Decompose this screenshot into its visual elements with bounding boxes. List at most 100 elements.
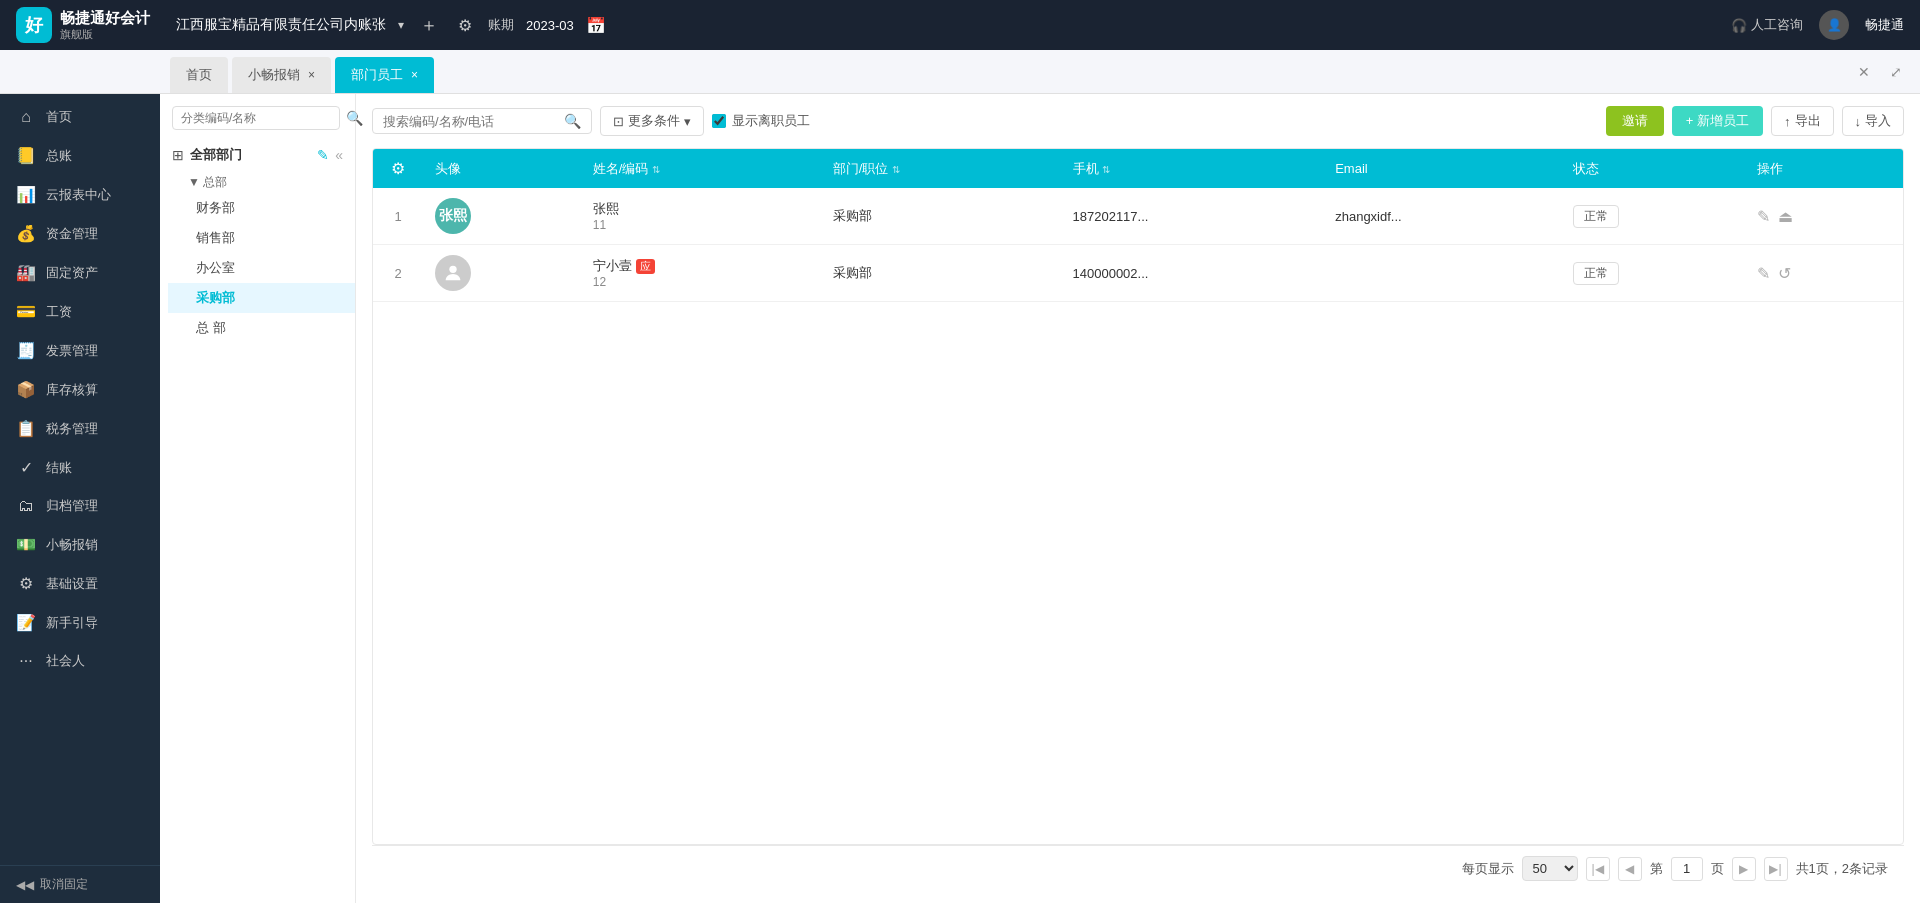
- filter-btn[interactable]: ⊡ 更多条件 ▾: [600, 106, 704, 136]
- sidebar-item-more[interactable]: ··· 社会人: [0, 642, 160, 680]
- col-dept[interactable]: 部门/职位 ⇅: [821, 149, 1061, 188]
- settings-icon[interactable]: ⚙: [454, 12, 476, 39]
- page-prev-btn[interactable]: ◀: [1618, 857, 1642, 881]
- page-number-input[interactable]: [1671, 857, 1703, 881]
- sidebar-item-tax[interactable]: 📋 税务管理: [0, 409, 160, 448]
- pin-icon: ◀◀: [16, 878, 34, 892]
- dept-tree: ▼ 总部 财务部 销售部 办公室 采购部 总 部: [160, 170, 355, 343]
- sidebar-label-tax: 税务管理: [46, 420, 98, 438]
- add-employee-button[interactable]: + 新增员工: [1672, 106, 1763, 136]
- dept-node-sales[interactable]: 销售部: [168, 223, 355, 253]
- dept-search-input[interactable]: [172, 106, 340, 130]
- dept-node-hq[interactable]: 总 部: [168, 313, 355, 343]
- headset-icon: 🎧: [1731, 18, 1747, 33]
- toolbar-row: 🔍 ⊡ 更多条件 ▾ 显示离职员工 邀请 + 新增员工: [372, 106, 1904, 136]
- per-page-select[interactable]: 50 20 100: [1522, 856, 1578, 881]
- user-name[interactable]: 畅捷通: [1865, 16, 1904, 34]
- row1-name-cell: 张熙 11: [581, 188, 821, 245]
- top-bar-center: 江西服宝精品有限责任公司内账张 ▾ ＋ ⚙ 账期 2023-03 📅: [176, 9, 1731, 41]
- filter-label: 更多条件: [628, 112, 680, 130]
- import-button[interactable]: ↓ 导入: [1842, 106, 1905, 136]
- tab-expense[interactable]: 小畅报销 ×: [232, 57, 331, 93]
- expense-icon: 💵: [16, 535, 36, 554]
- sidebar-item-expense[interactable]: 💵 小畅报销: [0, 525, 160, 564]
- col-phone[interactable]: 手机 ⇅: [1061, 149, 1324, 188]
- sidebar-item-assets[interactable]: 🏭 固定资产: [0, 253, 160, 292]
- import-label: 导入: [1865, 112, 1891, 130]
- sidebar-scroll: ⌂ 首页 📒 总账 📊 云报表中心 💰 资金管理 🏭 固定资产 💳 工资: [0, 94, 160, 865]
- archive-icon: 🗂: [16, 497, 36, 515]
- col-settings-icon[interactable]: ⚙: [391, 160, 405, 177]
- col-settings[interactable]: ⚙: [373, 149, 423, 188]
- sidebar-item-guide[interactable]: 📝 新手引导: [0, 603, 160, 642]
- page-first-btn[interactable]: |◀: [1586, 857, 1610, 881]
- dept-grid-icon: ⊞: [172, 147, 184, 163]
- show-resigned-checkbox[interactable]: [712, 114, 726, 128]
- col-name[interactable]: 姓名/编码 ⇅: [581, 149, 821, 188]
- tab-dept-close[interactable]: ×: [411, 68, 418, 82]
- sidebar-item-home[interactable]: ⌂ 首页: [0, 98, 160, 136]
- edition-label: 旗舰版: [60, 27, 150, 42]
- row1-edit-icon[interactable]: ✎: [1757, 207, 1770, 226]
- sidebar-item-checkout[interactable]: ✓ 结账: [0, 448, 160, 487]
- dept-node-office[interactable]: 办公室: [168, 253, 355, 283]
- row2-action-btns: ✎ ↺: [1757, 264, 1891, 283]
- tab-expand-btn[interactable]: ⤢: [1884, 60, 1908, 84]
- service-btn[interactable]: 🎧 人工咨询: [1731, 16, 1803, 34]
- dept-sort-icon: ⇅: [892, 164, 900, 175]
- page-last-btn[interactable]: ▶|: [1764, 857, 1788, 881]
- row2-avatar: [435, 255, 471, 291]
- sidebar-item-reports[interactable]: 📊 云报表中心: [0, 175, 160, 214]
- tab-dept[interactable]: 部门员工 ×: [335, 57, 434, 93]
- invite-button[interactable]: 邀请: [1606, 106, 1664, 136]
- export-button[interactable]: ↑ 导出: [1771, 106, 1834, 136]
- row2-edit-icon[interactable]: ✎: [1757, 264, 1770, 283]
- sidebar-item-archive[interactable]: 🗂 归档管理: [0, 487, 160, 525]
- dept-collapse-icon[interactable]: «: [335, 147, 343, 163]
- dept-node-finance[interactable]: 财务部: [168, 193, 355, 223]
- guide-icon: 📝: [16, 613, 36, 632]
- dept-panel: 🔍 ⊞ 全部部门 ✎ « ▼ 总部 财务部 销售部 办公室 采购部 总 部: [160, 94, 356, 903]
- sidebar-item-salary[interactable]: 💳 工资: [0, 292, 160, 331]
- inner-layout: 🔍 ⊞ 全部部门 ✎ « ▼ 总部 财务部 销售部 办公室 采购部 总 部: [160, 94, 1920, 903]
- tab-expense-close[interactable]: ×: [308, 68, 315, 82]
- period-value[interactable]: 2023-03: [526, 18, 574, 33]
- dept-all-header[interactable]: ⊞ 全部部门 ✎ «: [160, 140, 355, 170]
- row1-status: 正常: [1561, 188, 1745, 245]
- phone-sort-icon: ⇅: [1102, 164, 1110, 175]
- row1-logout-icon[interactable]: ⏏: [1778, 207, 1793, 226]
- sidebar-item-funds[interactable]: 💰 资金管理: [0, 214, 160, 253]
- avatar-person-icon: [442, 262, 464, 284]
- dept-edit-icon[interactable]: ✎: [317, 147, 329, 163]
- row2-actions: ✎ ↺: [1745, 245, 1903, 302]
- employee-search-input[interactable]: [383, 114, 558, 129]
- export-icon: ↑: [1784, 114, 1791, 129]
- employee-search-icon[interactable]: 🔍: [564, 113, 581, 129]
- sidebar-item-ledger[interactable]: 📒 总账: [0, 136, 160, 175]
- row2-dept: 采购部: [821, 245, 1061, 302]
- table-body: 1 张熙 张熙 11 采购部: [373, 188, 1903, 302]
- add-company-icon[interactable]: ＋: [416, 9, 442, 41]
- sidebar-item-inventory[interactable]: 📦 库存核算: [0, 370, 160, 409]
- dept-node-purchase[interactable]: 采购部: [168, 283, 355, 313]
- salary-icon: 💳: [16, 302, 36, 321]
- company-dropdown-icon[interactable]: ▾: [398, 18, 404, 32]
- company-name[interactable]: 江西服宝精品有限责任公司内账张: [176, 16, 386, 34]
- dept-search-row: 🔍: [160, 106, 355, 140]
- tax-icon: 📋: [16, 419, 36, 438]
- row2-name: 宁小壹 应: [593, 257, 809, 275]
- page-next-btn[interactable]: ▶: [1732, 857, 1756, 881]
- sidebar-label-reports: 云报表中心: [46, 186, 111, 204]
- sidebar-item-invoice[interactable]: 🧾 发票管理: [0, 331, 160, 370]
- tab-close-btn[interactable]: ✕: [1852, 60, 1876, 84]
- search-box: 🔍: [372, 108, 592, 134]
- row2-code: 12: [593, 275, 809, 289]
- calendar-icon[interactable]: 📅: [586, 16, 606, 35]
- funds-icon: 💰: [16, 224, 36, 243]
- row2-refresh-icon[interactable]: ↺: [1778, 264, 1791, 283]
- per-page-label: 每页显示: [1462, 860, 1514, 878]
- sidebar-pin-btn[interactable]: ◀◀ 取消固定: [0, 865, 160, 903]
- tab-home[interactable]: 首页: [170, 57, 228, 93]
- sidebar-item-settings[interactable]: ⚙ 基础设置: [0, 564, 160, 603]
- checkout-icon: ✓: [16, 458, 36, 477]
